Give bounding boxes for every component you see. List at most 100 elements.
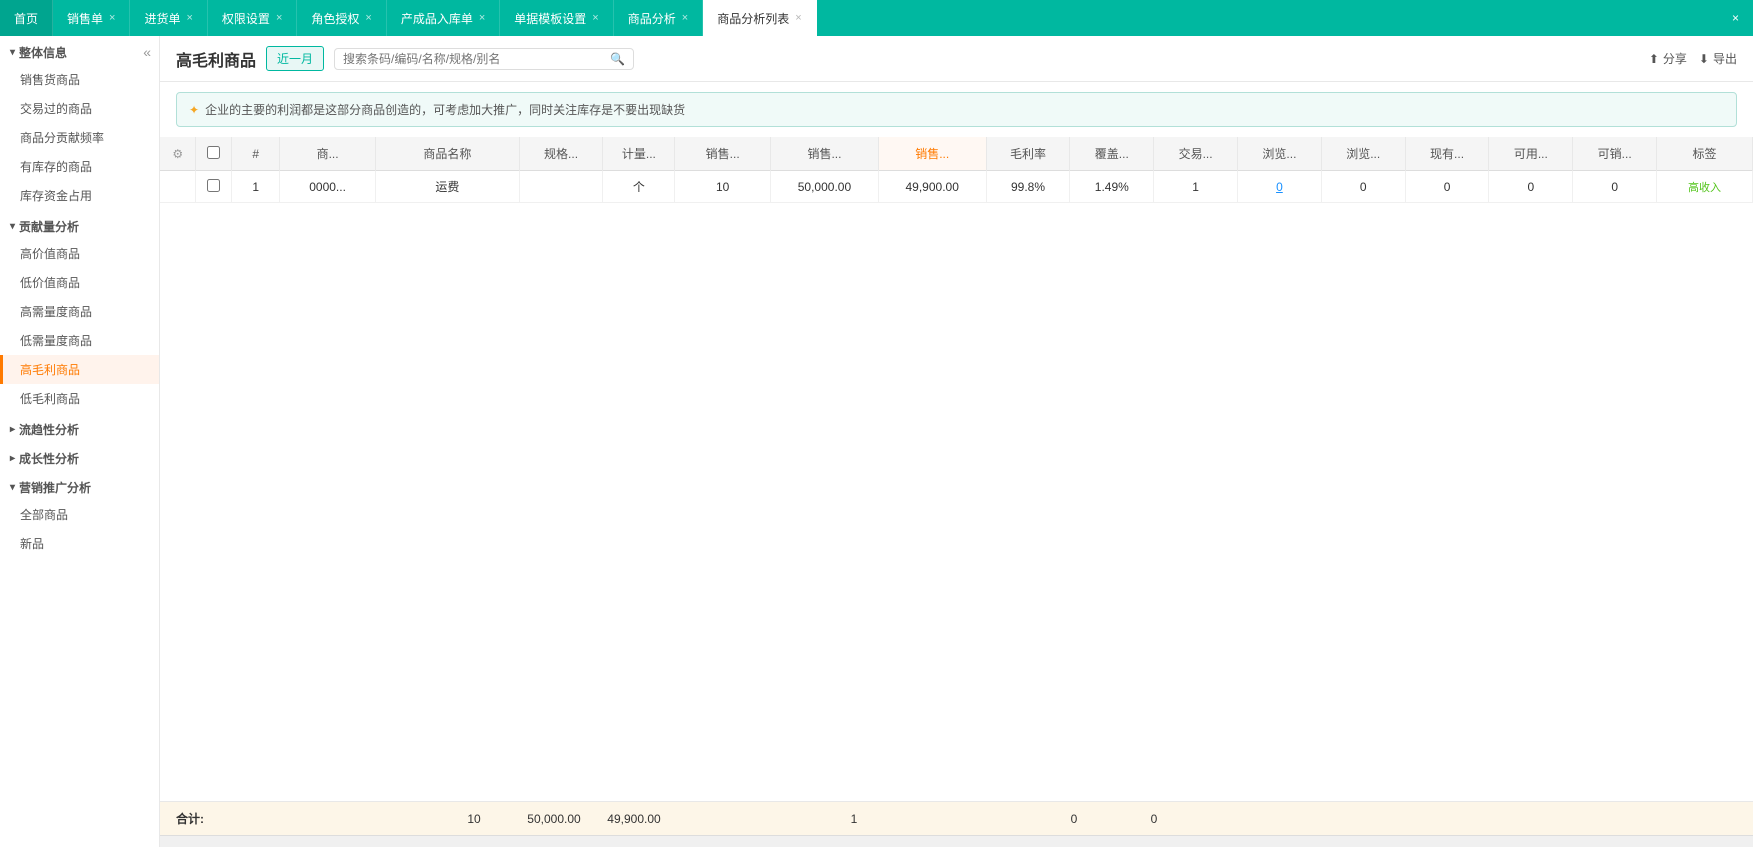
col-checkbox <box>196 137 232 171</box>
arrow-down-icon: ▾ <box>10 47 15 58</box>
col-settings[interactable]: ⚙ <box>160 137 196 171</box>
col-spec[interactable]: 规格... <box>519 137 603 171</box>
export-button[interactable]: ⬇ 导出 <box>1699 50 1737 67</box>
nav-purchase[interactable]: 进货单 × <box>130 0 207 36</box>
sidebar-item-all-goods[interactable]: 全部商品 <box>0 500 159 529</box>
cell-trade: 1 <box>1154 171 1238 203</box>
data-table: ⚙ # 商... 商品名称 规格... <box>160 137 1753 203</box>
footer-cells: 10 50,000.00 49,900.00 1 0 0 <box>224 812 1737 826</box>
sidebar-item-high-margin[interactable]: 高毛利商品 <box>0 355 159 384</box>
select-all-checkbox[interactable] <box>207 146 220 159</box>
nav-template[interactable]: 单据模板设置 × <box>500 0 613 36</box>
sidebar-collapse-button[interactable]: « <box>143 44 151 60</box>
sidebar-item-stock-capital[interactable]: 库存资金占用 <box>0 181 159 210</box>
sidebar-group-trend[interactable]: ▸ 流趋性分析 <box>0 413 159 442</box>
close-icon[interactable]: × <box>795 12 801 24</box>
search-input[interactable] <box>343 52 610 66</box>
cell-unit: 个 <box>603 171 675 203</box>
footer-bar: 合计: 10 50,000.00 49,900.00 1 0 0 <box>160 801 1753 835</box>
search-icon[interactable]: 🔍 <box>610 52 625 66</box>
nav-inbound[interactable]: 产成品入库单 × <box>387 0 500 36</box>
sidebar-item-sales-goods[interactable]: 销售货商品 <box>0 65 159 94</box>
col-name[interactable]: 商品名称 <box>375 137 519 171</box>
col-sales3[interactable]: 销售... <box>878 137 986 171</box>
arrow-down-icon: ▾ <box>10 482 15 493</box>
tag-badge: 高收入 <box>1688 182 1721 194</box>
sidebar-item-high-demand[interactable]: 高需量度商品 <box>0 297 159 326</box>
table-container: ⚙ # 商... 商品名称 规格... <box>160 137 1753 801</box>
page-title: 高毛利商品 <box>176 47 256 71</box>
cell-available: 0 <box>1489 171 1573 203</box>
col-gross-rate[interactable]: 毛利率 <box>986 137 1070 171</box>
cell-tag: 高收入 <box>1657 171 1753 203</box>
sidebar-item-in-stock-goods[interactable]: 有库存的商品 <box>0 152 159 181</box>
nav-home[interactable]: 首页 <box>0 0 53 36</box>
main-layout: « ▾ 整体信息 销售货商品 交易过的商品 商品分贡献频率 有库存的商品 库存资… <box>0 36 1753 847</box>
info-banner: ✦ 企业的主要的利润都是这部分商品创造的，可考虑加大推广，同时关注库存是不要出现… <box>176 92 1737 127</box>
sidebar: « ▾ 整体信息 销售货商品 交易过的商品 商品分贡献频率 有库存的商品 库存资… <box>0 36 160 847</box>
horizontal-scrollbar[interactable] <box>160 835 1753 847</box>
close-icon[interactable]: × <box>276 12 282 24</box>
table-header-row: ⚙ # 商... 商品名称 规格... <box>160 137 1753 171</box>
col-current[interactable]: 现有... <box>1405 137 1489 171</box>
col-saleable[interactable]: 可销... <box>1573 137 1657 171</box>
row-checkbox[interactable] <box>207 179 220 192</box>
close-icon[interactable]: × <box>186 12 192 24</box>
col-coverage[interactable]: 覆盖... <box>1070 137 1154 171</box>
cell-settings <box>160 171 196 203</box>
col-tag[interactable]: 标签 <box>1657 137 1753 171</box>
arrow-right-icon: ▸ <box>10 424 15 435</box>
footer-label: 合计: <box>176 810 204 827</box>
sidebar-item-low-margin[interactable]: 低毛利商品 <box>0 384 159 413</box>
cell-sales1: 10 <box>675 171 771 203</box>
sidebar-item-contribution-rate[interactable]: 商品分贡献频率 <box>0 123 159 152</box>
browse-link[interactable]: 0 <box>1276 180 1283 194</box>
nav-sales[interactable]: 销售单 × <box>53 0 130 36</box>
close-icon[interactable]: × <box>592 12 598 24</box>
content-header: 高毛利商品 近一月 🔍 ⬆ 分享 ⬇ 导出 <box>160 36 1753 82</box>
close-all-button[interactable]: × <box>1718 0 1753 36</box>
col-sales1[interactable]: 销售... <box>675 137 771 171</box>
info-icon: ✦ <box>189 103 199 117</box>
share-icon: ⬆ <box>1649 52 1659 66</box>
footer-cell-sales3: 49,900.00 <box>594 812 674 826</box>
filter-recent-month-button[interactable]: 近一月 <box>266 46 324 71</box>
sidebar-item-low-demand[interactable]: 低需量度商品 <box>0 326 159 355</box>
footer-cell-empty2 <box>674 812 814 826</box>
sidebar-item-traded-goods[interactable]: 交易过的商品 <box>0 94 159 123</box>
col-code[interactable]: 商... <box>280 137 376 171</box>
close-icon[interactable]: × <box>479 12 485 24</box>
nav-analysis-list[interactable]: 商品分析列表 × <box>703 0 816 36</box>
sidebar-group-growth[interactable]: ▸ 成长性分析 <box>0 442 159 471</box>
footer-cell-sales1: 10 <box>434 812 514 826</box>
sidebar-item-low-value[interactable]: 低价值商品 <box>0 268 159 297</box>
sidebar-group-overall[interactable]: ▾ 整体信息 <box>0 36 159 65</box>
export-icon: ⬇ <box>1699 52 1709 66</box>
nav-role[interactable]: 角色授权 × <box>297 0 386 36</box>
sidebar-group-contribution[interactable]: ▾ 贡献量分析 <box>0 210 159 239</box>
col-trade[interactable]: 交易... <box>1154 137 1238 171</box>
sidebar-item-new-goods[interactable]: 新品 <box>0 529 159 558</box>
footer-cell-trade: 1 <box>814 812 894 826</box>
close-icon[interactable]: × <box>365 12 371 24</box>
nav-analysis[interactable]: 商品分析 × <box>614 0 703 36</box>
cell-spec <box>519 171 603 203</box>
header-actions: ⬆ 分享 ⬇ 导出 <box>1649 50 1737 67</box>
cell-sales2: 50,000.00 <box>771 171 879 203</box>
cell-name: 运费 <box>375 171 519 203</box>
sidebar-group-marketing[interactable]: ▾ 营销推广分析 <box>0 471 159 500</box>
nav-permission[interactable]: 权限设置 × <box>208 0 297 36</box>
sidebar-item-high-value[interactable]: 高价值商品 <box>0 239 159 268</box>
col-browse2[interactable]: 浏览... <box>1321 137 1405 171</box>
close-icon[interactable]: × <box>109 12 115 24</box>
col-browse1[interactable]: 浏览... <box>1238 137 1322 171</box>
cell-code: 0000... <box>280 171 376 203</box>
col-unit[interactable]: 计量... <box>603 137 675 171</box>
close-icon[interactable]: × <box>682 12 688 24</box>
col-sales2[interactable]: 销售... <box>771 137 879 171</box>
share-button[interactable]: ⬆ 分享 <box>1649 50 1687 67</box>
cell-current: 0 <box>1405 171 1489 203</box>
footer-cell-empty1 <box>224 812 434 826</box>
col-available[interactable]: 可用... <box>1489 137 1573 171</box>
settings-icon[interactable]: ⚙ <box>172 147 183 161</box>
